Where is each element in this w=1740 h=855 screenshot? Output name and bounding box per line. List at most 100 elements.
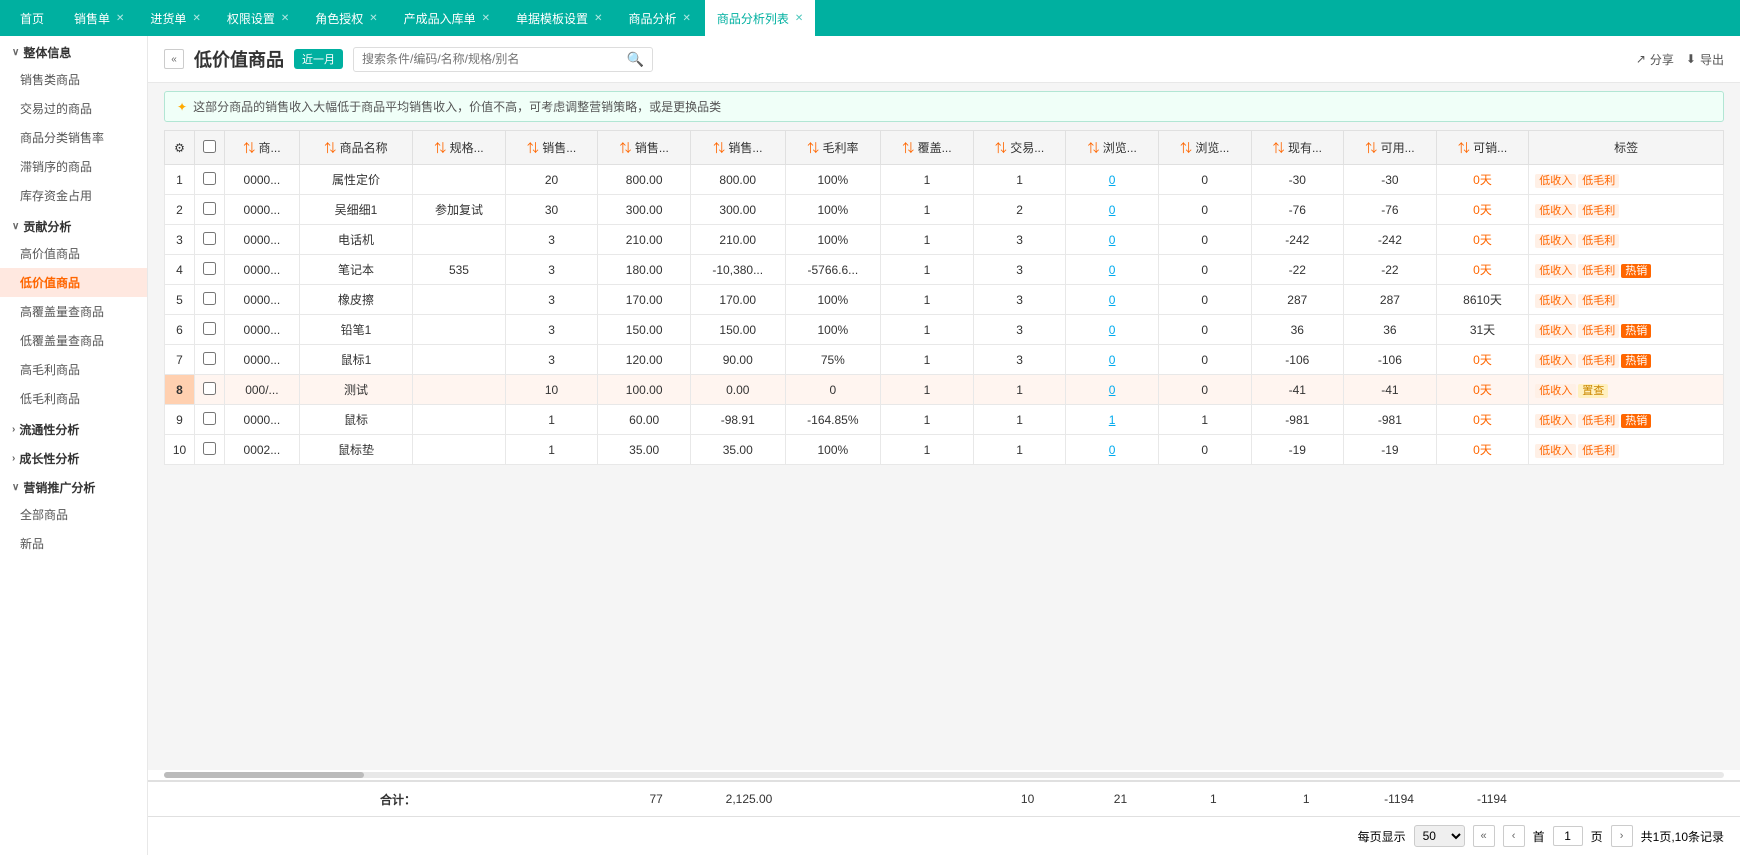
- nav-purchase-order[interactable]: 进货单 ✕: [138, 0, 212, 36]
- nav-close-icon[interactable]: ✕: [281, 13, 289, 24]
- th-sales-price[interactable]: ⇅ 销售...: [690, 131, 785, 165]
- row-checkbox[interactable]: [203, 442, 216, 455]
- browse1-link[interactable]: 0: [1109, 353, 1116, 367]
- th-transaction[interactable]: ⇅ 交易...: [973, 131, 1066, 165]
- row-checkbox[interactable]: [203, 202, 216, 215]
- nav-sales-order[interactable]: 销售单 ✕: [62, 0, 136, 36]
- search-icon[interactable]: 🔍: [627, 51, 644, 68]
- row-checkbox[interactable]: [203, 292, 216, 305]
- nav-close-icon[interactable]: ✕: [682, 13, 690, 24]
- horizontal-scrollbar[interactable]: [148, 770, 1740, 780]
- nav-close-icon[interactable]: ✕: [594, 13, 602, 24]
- row-checkbox[interactable]: [203, 352, 216, 365]
- export-button[interactable]: ⬇ 导出: [1686, 51, 1724, 68]
- nav-template-settings[interactable]: 单据模板设置 ✕: [504, 0, 614, 36]
- cell-checkbox[interactable]: [195, 225, 225, 255]
- select-all-checkbox[interactable]: [203, 140, 216, 153]
- sidebar-item-high-value[interactable]: 高价值商品: [0, 239, 147, 268]
- cell-browse1[interactable]: 0: [1066, 315, 1159, 345]
- row-checkbox[interactable]: [203, 262, 216, 275]
- nav-product-analysis[interactable]: 商品分析 ✕: [616, 0, 702, 36]
- browse1-link[interactable]: 0: [1109, 233, 1116, 247]
- cell-browse1[interactable]: 0: [1066, 345, 1159, 375]
- cell-browse1[interactable]: 0: [1066, 375, 1159, 405]
- filter-tag-button[interactable]: 近一月: [294, 49, 343, 69]
- nav-product-analysis-list[interactable]: 商品分析列表 ✕: [705, 0, 815, 36]
- page-number-input[interactable]: [1553, 826, 1583, 846]
- next-page-button[interactable]: ›: [1611, 825, 1633, 847]
- cell-browse1[interactable]: 0: [1066, 255, 1159, 285]
- cell-browse1[interactable]: 0: [1066, 285, 1159, 315]
- cell-checkbox[interactable]: [195, 375, 225, 405]
- nav-close-icon[interactable]: ✕: [116, 13, 124, 24]
- cell-checkbox[interactable]: [195, 345, 225, 375]
- th-coverage[interactable]: ⇅ 覆盖...: [881, 131, 974, 165]
- th-spec[interactable]: ⇅ 规格...: [413, 131, 506, 165]
- cell-browse1[interactable]: 1: [1066, 405, 1159, 435]
- row-checkbox[interactable]: [203, 172, 216, 185]
- nav-close-icon[interactable]: ✕: [482, 13, 490, 24]
- cell-browse1[interactable]: 0: [1066, 195, 1159, 225]
- sidebar-group-contribution[interactable]: ∨ 贡献分析: [0, 210, 147, 239]
- cell-checkbox[interactable]: [195, 195, 225, 225]
- browse1-link[interactable]: 0: [1109, 383, 1116, 397]
- nav-permissions[interactable]: 权限设置 ✕: [215, 0, 301, 36]
- sidebar-item-low-coverage[interactable]: 低覆盖量查商品: [0, 326, 147, 355]
- sidebar-item-stock-capital[interactable]: 库存资金占用: [0, 181, 147, 210]
- th-code[interactable]: ⇅ 商...: [225, 131, 300, 165]
- sidebar-group-marketing[interactable]: ∨ 营销推广分析: [0, 471, 147, 500]
- cell-checkbox[interactable]: [195, 315, 225, 345]
- th-browse2[interactable]: ⇅ 浏览...: [1158, 131, 1251, 165]
- sidebar-item-slow-moving[interactable]: 滞销序的商品: [0, 152, 147, 181]
- th-margin[interactable]: ⇅ 毛利率: [785, 131, 881, 165]
- th-available[interactable]: ⇅ 可用...: [1344, 131, 1437, 165]
- th-sellable[interactable]: ⇅ 可销...: [1436, 131, 1529, 165]
- browse1-link[interactable]: 0: [1109, 173, 1116, 187]
- cell-checkbox[interactable]: [195, 435, 225, 465]
- sidebar-item-new-products[interactable]: 新品: [0, 529, 147, 558]
- sidebar-item-traded-products[interactable]: 交易过的商品: [0, 94, 147, 123]
- th-name[interactable]: ⇅ 商品名称: [299, 131, 412, 165]
- row-checkbox[interactable]: [203, 232, 216, 245]
- browse1-link[interactable]: 1: [1109, 413, 1116, 427]
- nav-close-icon[interactable]: ✕: [369, 13, 377, 24]
- browse1-link[interactable]: 0: [1109, 263, 1116, 277]
- sidebar-item-sales-products[interactable]: 销售类商品: [0, 65, 147, 94]
- th-sales-amt[interactable]: ⇅ 销售...: [598, 131, 691, 165]
- row-checkbox[interactable]: [203, 322, 216, 335]
- sidebar-item-all-products[interactable]: 全部商品: [0, 500, 147, 529]
- nav-product-inbound[interactable]: 产成品入库单 ✕: [392, 0, 502, 36]
- sidebar-item-low-margin[interactable]: 低毛利商品: [0, 384, 147, 413]
- sidebar-item-high-coverage[interactable]: 高覆盖量查商品: [0, 297, 147, 326]
- first-page-button[interactable]: «: [1473, 825, 1495, 847]
- sidebar-item-low-value[interactable]: 低价值商品: [0, 268, 147, 297]
- th-browse1[interactable]: ⇅ 浏览...: [1066, 131, 1159, 165]
- sidebar-collapse-button[interactable]: «: [164, 49, 184, 69]
- sidebar-item-high-margin[interactable]: 高毛利商品: [0, 355, 147, 384]
- row-checkbox[interactable]: [203, 412, 216, 425]
- cell-browse1[interactable]: 0: [1066, 435, 1159, 465]
- share-button[interactable]: ↗ 分享: [1636, 51, 1674, 68]
- th-checkbox[interactable]: [195, 131, 225, 165]
- nav-roles[interactable]: 角色授权 ✕: [303, 0, 389, 36]
- browse1-link[interactable]: 0: [1109, 203, 1116, 217]
- browse1-link[interactable]: 0: [1109, 323, 1116, 337]
- th-current-stock[interactable]: ⇅ 现有...: [1251, 131, 1344, 165]
- row-checkbox[interactable]: [203, 382, 216, 395]
- sidebar-group-growth[interactable]: › 成长性分析: [0, 442, 147, 471]
- sidebar-item-category-sales-rate[interactable]: 商品分类销售率: [0, 123, 147, 152]
- browse1-link[interactable]: 0: [1109, 293, 1116, 307]
- th-gear[interactable]: ⚙: [165, 131, 195, 165]
- browse1-link[interactable]: 0: [1109, 443, 1116, 457]
- sidebar-group-overall[interactable]: ∨ 整体信息: [0, 36, 147, 65]
- th-sales-qty[interactable]: ⇅ 销售...: [505, 131, 598, 165]
- nav-home[interactable]: 首页: [4, 0, 60, 36]
- cell-checkbox[interactable]: [195, 255, 225, 285]
- search-input[interactable]: [362, 52, 621, 66]
- nav-close-icon[interactable]: ✕: [192, 13, 200, 24]
- cell-browse1[interactable]: 0: [1066, 225, 1159, 255]
- prev-page-button[interactable]: ‹: [1503, 825, 1525, 847]
- per-page-select[interactable]: 50 20 100: [1414, 825, 1465, 847]
- cell-checkbox[interactable]: [195, 405, 225, 435]
- sidebar-group-circulation[interactable]: › 流通性分析: [0, 413, 147, 442]
